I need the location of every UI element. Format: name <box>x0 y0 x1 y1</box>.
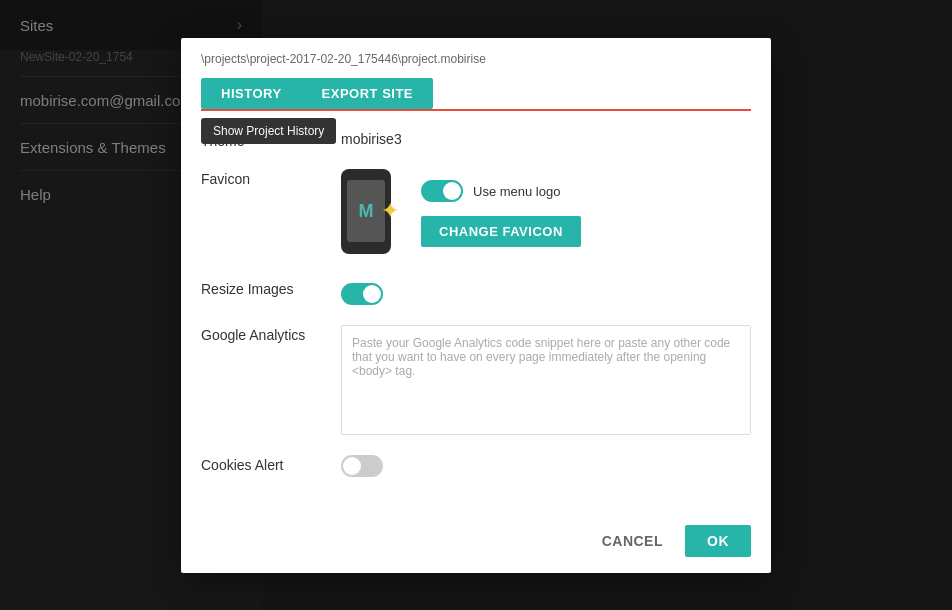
modal-top-section: \projects\project-2017-02-20_175446\proj… <box>181 38 771 111</box>
ok-button[interactable]: OK <box>685 525 751 557</box>
favicon-control: M ✦ Use menu logo CHANGE FAVICON <box>341 169 751 259</box>
cookies-alert-control <box>341 455 751 477</box>
theme-control: mobirise3 <box>341 131 751 147</box>
resize-images-label: Resize Images <box>201 279 341 297</box>
phone-icon: M ✦ <box>341 169 391 254</box>
google-analytics-row: Google Analytics <box>201 325 751 435</box>
cancel-button[interactable]: CANCEL <box>590 525 675 557</box>
settings-modal: \projects\project-2017-02-20_175446\proj… <box>181 38 771 573</box>
phone-screen: M <box>347 180 385 242</box>
resize-images-control <box>341 279 751 305</box>
resize-images-toggle[interactable] <box>341 283 383 305</box>
cookies-alert-row: Cookies Alert <box>201 455 751 477</box>
resize-images-row: Resize Images <box>201 279 751 305</box>
modal-overlay: \projects\project-2017-02-20_175446\proj… <box>0 0 952 610</box>
favicon-row: Favicon M ✦ Use menu logo <box>201 169 751 259</box>
google-analytics-textarea[interactable] <box>341 325 751 435</box>
modal-footer: CANCEL OK <box>181 513 771 573</box>
theme-value: mobirise3 <box>341 131 402 147</box>
cookies-alert-label: Cookies Alert <box>201 455 341 473</box>
favicon-right: Use menu logo CHANGE FAVICON <box>421 180 581 247</box>
google-analytics-label: Google Analytics <box>201 325 341 343</box>
sun-icon: ✦ <box>381 198 399 224</box>
modal-body: Theme mobirise3 Favicon M ✦ <box>181 111 771 513</box>
cookies-alert-toggle[interactable] <box>341 455 383 477</box>
google-analytics-control <box>341 325 751 435</box>
use-menu-logo-row: Use menu logo <box>421 180 581 202</box>
favicon-label: Favicon <box>201 169 341 187</box>
use-menu-logo-label: Use menu logo <box>473 184 560 199</box>
history-tooltip: Show Project History <box>201 118 336 144</box>
modal-tabs: HISTORY EXPORT SITE Show Project History <box>201 78 751 109</box>
modal-path: \projects\project-2017-02-20_175446\proj… <box>201 52 751 66</box>
favicon-preview: M ✦ <box>341 169 401 259</box>
use-menu-logo-toggle[interactable] <box>421 180 463 202</box>
tab-history-button[interactable]: HISTORY <box>201 78 302 109</box>
change-favicon-button[interactable]: CHANGE FAVICON <box>421 216 581 247</box>
tab-export-button[interactable]: EXPORT SITE <box>302 78 433 109</box>
